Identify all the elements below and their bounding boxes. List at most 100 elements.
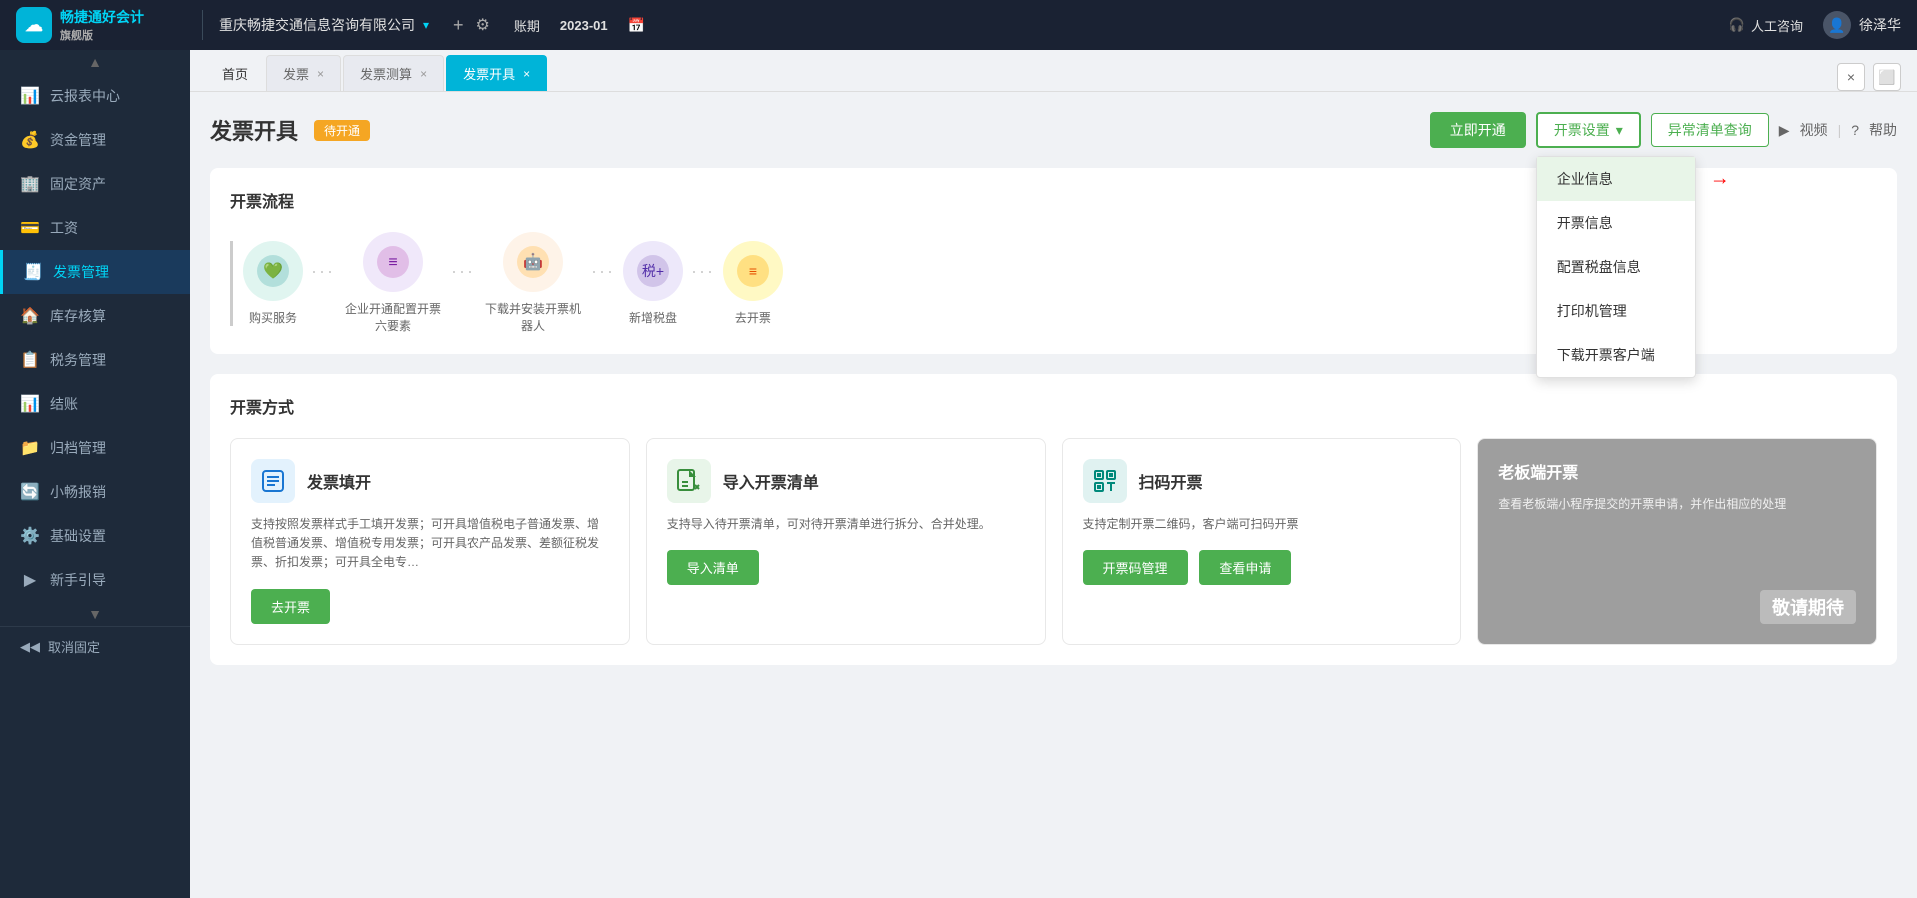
sidebar-item-report[interactable]: 🔄 小畅报销 [0, 470, 190, 514]
tab-bar: 首页 发票 × 发票测算 × 发票开具 × × ⬜ [190, 50, 1917, 92]
scan-title: 扫码开票 [1139, 469, 1203, 493]
abnormal-list-button[interactable]: 异常清单查询 [1651, 113, 1769, 147]
sidebar-scroll-up[interactable]: ▲ [0, 50, 190, 74]
header-actions: 立即开通 开票设置 ▾ 企业信息 → [1430, 112, 1897, 148]
settings-dropdown-arrow: ▾ [1616, 122, 1623, 139]
company-info-label: 企业信息 [1557, 171, 1613, 187]
sidebar-item-payroll[interactable]: 💳 工资 [0, 206, 190, 250]
svg-text:💚: 💚 [263, 262, 283, 280]
sidebar-item-guide[interactable]: ▶ 新手引导 [0, 558, 190, 602]
invoice-methods-grid: 发票填开 支持按照发票样式手工填开发票；可开具增值税电子普通发票、增值税普通发票… [230, 438, 1877, 645]
settings-button-label: 开票设置 [1554, 120, 1610, 140]
sidebar-cancel-button[interactable]: ◀◀ 取消固定 [0, 626, 190, 666]
window-maximize-button[interactable]: ⬜ [1873, 63, 1901, 91]
fill-desc: 支持按照发票样式手工填开发票；可开具增值税电子普通发票、增值税普通发票、增值税专… [251, 515, 609, 573]
dropdown-item-tax-config[interactable]: 配置税盘信息 [1537, 245, 1695, 289]
flow-label-1: 购买服务 [249, 309, 297, 326]
tab-invoice-test-label: 发票测算 [360, 64, 412, 83]
flow-label-2: 企业开通配置开票六要素 [343, 300, 443, 334]
support-button[interactable]: 🎧 人工咨询 [1729, 16, 1803, 35]
sidebar: ▲ 📊 云报表中心 💰 资金管理 🏢 固定资产 💳 工资 🧾 发票管理 [0, 50, 190, 898]
flow-dots-1: ··· [311, 261, 335, 282]
company-name: 重庆畅捷交通信息咨询有限公司 [219, 15, 415, 35]
method-import-header: 导入开票清单 [667, 459, 1025, 503]
sidebar-item-archive[interactable]: 📁 归档管理 [0, 426, 190, 470]
flow-label-3: 下载并安装开票机器人 [483, 300, 583, 334]
tab-home[interactable]: 首页 [206, 55, 264, 91]
sidebar-item-settings[interactable]: ⚙️ 基础设置 [0, 514, 190, 558]
activate-button[interactable]: 立即开通 [1430, 112, 1526, 148]
inventory-icon: 🏠 [20, 306, 40, 326]
tab-invoice[interactable]: 发票 × [266, 55, 341, 91]
settlement-icon: 📊 [20, 394, 40, 414]
calendar-icon[interactable]: 📅 [628, 17, 645, 34]
user-info[interactable]: 👤 徐泽华 [1823, 11, 1901, 39]
dropdown-item-download-client[interactable]: 下载开票客户端 [1537, 333, 1695, 377]
sidebar-item-fund[interactable]: 💰 资金管理 [0, 118, 190, 162]
archive-icon: 📁 [20, 438, 40, 458]
tax-config-label: 配置税盘信息 [1557, 259, 1641, 275]
dropdown-item-invoice-info[interactable]: 开票信息 [1537, 201, 1695, 245]
view-apply-button[interactable]: 查看申请 [1199, 550, 1291, 585]
flow-step-1: 💚 购买服务 [230, 241, 303, 326]
method-card-fill: 发票填开 支持按照发票样式手工填开发票；可开具增值税电子普通发票、增值税普通发票… [230, 438, 630, 645]
support-label: 人工咨询 [1751, 16, 1803, 35]
sidebar-label-invoice-mgmt: 发票管理 [53, 262, 109, 282]
video-help[interactable]: ▶ 视频 | ? 帮助 [1779, 120, 1897, 140]
dropdown-item-company-info[interactable]: 企业信息 → [1537, 157, 1695, 201]
method-fill-header: 发票填开 [251, 459, 609, 503]
svg-text:≡: ≡ [749, 263, 757, 279]
import-list-button[interactable]: 导入清单 [667, 550, 759, 585]
dropdown-item-printer[interactable]: 打印机管理 [1537, 289, 1695, 333]
guide-icon: ▶ [20, 570, 40, 590]
company-selector[interactable]: 重庆畅捷交通信息咨询有限公司 ▾ [219, 15, 429, 35]
add-company-button[interactable]: + [453, 15, 464, 36]
sidebar-scroll-down[interactable]: ▼ [0, 602, 190, 626]
tab-invoice-issue[interactable]: 发票开具 × [446, 55, 547, 91]
svg-text:税+: 税+ [642, 263, 664, 279]
settings-icon[interactable]: ⚙ [476, 15, 490, 35]
tab-invoice-label: 发票 [283, 64, 309, 83]
app-title: 畅捷通好会计 [60, 7, 144, 27]
sidebar-item-settlement[interactable]: 📊 结账 [0, 382, 190, 426]
sidebar-item-cloud-report[interactable]: 📊 云报表中心 [0, 74, 190, 118]
svg-text:🤖: 🤖 [523, 252, 543, 271]
window-close-button[interactable]: × [1837, 63, 1865, 91]
app-subtitle: 旗舰版 [60, 27, 144, 43]
tab-invoice-close[interactable]: × [317, 67, 324, 81]
sidebar-item-fixed-assets[interactable]: 🏢 固定资产 [0, 162, 190, 206]
video-label: 视频 [1800, 120, 1828, 140]
period-value: 2023-01 [560, 18, 608, 33]
tab-invoice-issue-close[interactable]: × [523, 67, 530, 81]
sidebar-label-settlement: 结账 [50, 394, 78, 414]
flow-icon-2: ≡ [363, 232, 423, 292]
page-title: 发票开具 [210, 114, 298, 146]
tab-home-label: 首页 [222, 64, 248, 83]
sidebar-label-archive: 归档管理 [50, 438, 106, 458]
flow-step-2: ≡ 企业开通配置开票六要素 [343, 232, 443, 334]
settings-dropdown-button[interactable]: 开票设置 ▾ [1536, 112, 1641, 148]
play-icon: ▶ [1779, 122, 1790, 139]
sidebar-item-invoice-mgmt[interactable]: 🧾 发票管理 [0, 250, 190, 294]
sidebar-label-settings: 基础设置 [50, 526, 106, 546]
settings-dropdown-container: 开票设置 ▾ 企业信息 → 开票信息 [1536, 112, 1641, 148]
flow-icon-5: ≡ [723, 241, 783, 301]
sidebar-item-inventory[interactable]: 🏠 库存核算 [0, 294, 190, 338]
tab-invoice-test[interactable]: 发票测算 × [343, 55, 444, 91]
fill-go-button[interactable]: 去开票 [251, 589, 330, 624]
period-label: 账期 [514, 16, 540, 35]
fund-icon: 💰 [20, 130, 40, 150]
sidebar-label-report: 小畅报销 [50, 482, 106, 502]
settings-icon-sidebar: ⚙️ [20, 526, 40, 546]
import-desc: 支持导入待开票清单，可对待开票清单进行拆分、合并处理。 [667, 515, 1025, 534]
import-icon [667, 459, 711, 503]
help-label: 帮助 [1869, 120, 1897, 140]
tab-invoice-test-close[interactable]: × [420, 67, 427, 81]
sidebar-label-tax: 税务管理 [50, 350, 106, 370]
sidebar-label-fund: 资金管理 [50, 130, 106, 150]
method-boss-header: 老板端开票 [1498, 459, 1856, 483]
cancel-pin-icon: ◀◀ [20, 639, 40, 655]
boss-desc: 查看老板端小程序提交的开票申请，并作出相应的处理 [1498, 495, 1856, 514]
qr-manage-button[interactable]: 开票码管理 [1083, 550, 1188, 585]
sidebar-item-tax[interactable]: 📋 税务管理 [0, 338, 190, 382]
